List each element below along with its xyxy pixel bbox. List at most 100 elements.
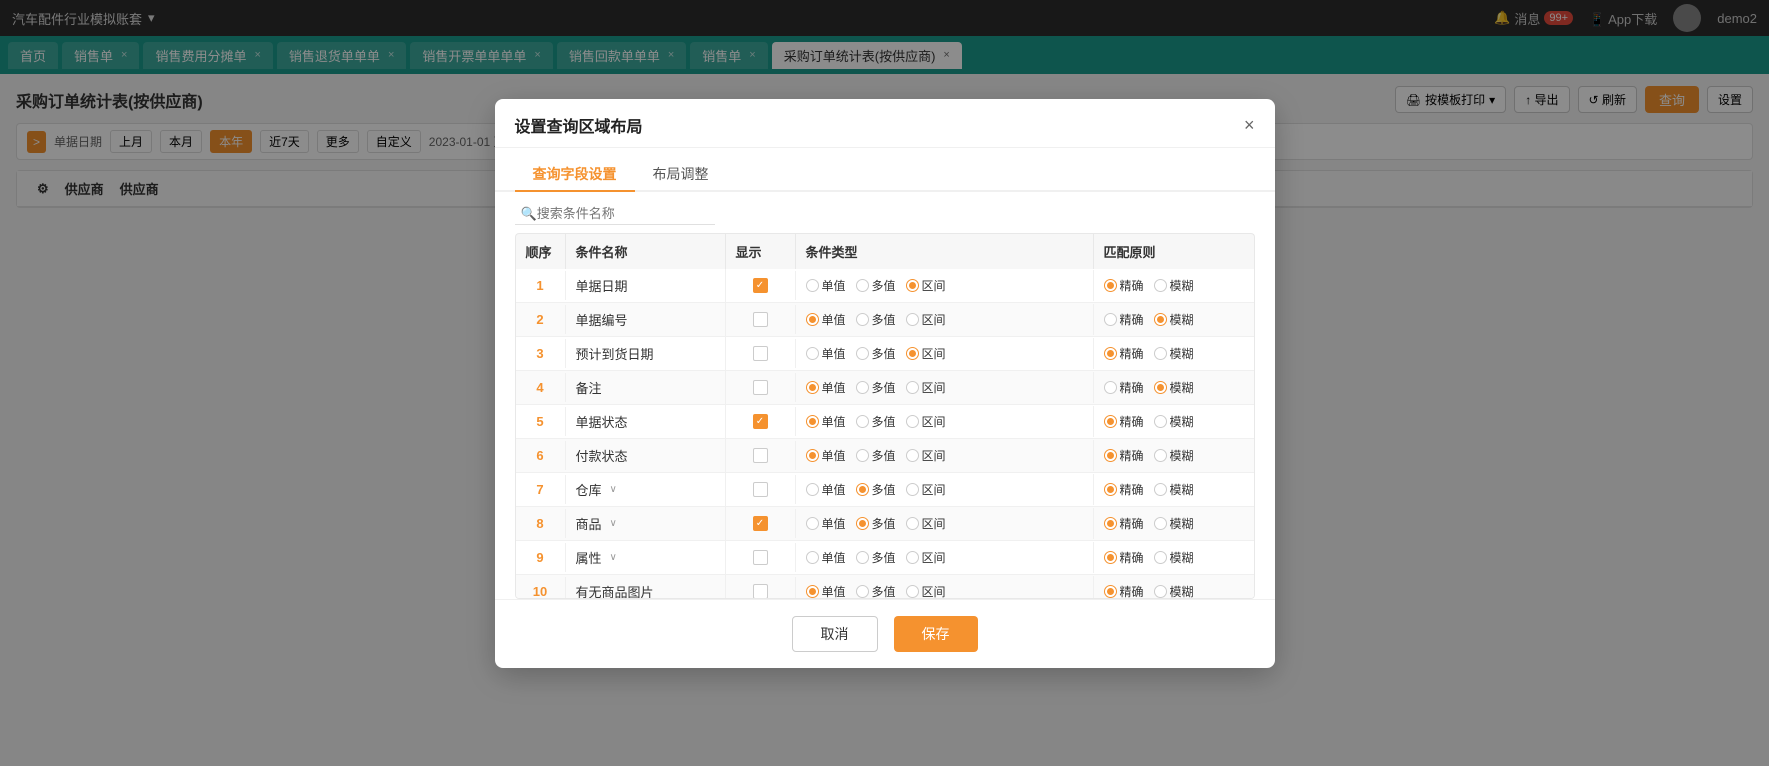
- type-multi[interactable]: 多值: [856, 447, 896, 464]
- type-multi[interactable]: 多值: [856, 549, 896, 566]
- type-single[interactable]: 单值: [806, 379, 846, 396]
- type-range[interactable]: 区间: [906, 277, 946, 294]
- type-multi[interactable]: 多值: [856, 583, 896, 599]
- type-range[interactable]: 区间: [906, 345, 946, 362]
- type-single[interactable]: 单值: [806, 515, 846, 532]
- match-exact[interactable]: 精确: [1104, 515, 1144, 532]
- type-range[interactable]: 区间: [906, 379, 946, 396]
- type-single[interactable]: 单值: [806, 549, 846, 566]
- type-range[interactable]: 区间: [906, 311, 946, 328]
- radio-exact: [1104, 313, 1117, 326]
- type-multi[interactable]: 多值: [856, 515, 896, 532]
- type-multi[interactable]: 多值: [856, 413, 896, 430]
- row-show[interactable]: [726, 441, 796, 470]
- row-show[interactable]: [726, 543, 796, 572]
- match-fuzzy[interactable]: 模糊: [1154, 277, 1194, 294]
- show-checkbox[interactable]: [753, 516, 768, 531]
- row-show[interactable]: [726, 339, 796, 368]
- show-checkbox[interactable]: [753, 414, 768, 429]
- match-fuzzy[interactable]: 模糊: [1154, 583, 1194, 599]
- radio-multi: [856, 347, 869, 360]
- dialog-close-button[interactable]: ×: [1244, 116, 1255, 134]
- radio-exact: [1104, 279, 1117, 292]
- row-type: 单值 多值 区间: [796, 406, 1094, 437]
- type-multi[interactable]: 多值: [856, 379, 896, 396]
- save-button[interactable]: 保存: [894, 616, 978, 652]
- table-row: 5 单据状态 单值 多值 区间: [516, 405, 1254, 439]
- type-multi[interactable]: 多值: [856, 481, 896, 498]
- table-row: 7 仓库 ∨ 单值 多值 区间: [516, 473, 1254, 507]
- row-show[interactable]: [726, 407, 796, 436]
- type-single[interactable]: 单值: [806, 345, 846, 362]
- match-exact[interactable]: 精确: [1104, 379, 1144, 396]
- tab-field-settings[interactable]: 查询字段设置: [515, 158, 635, 192]
- match-exact[interactable]: 精确: [1104, 447, 1144, 464]
- type-multi[interactable]: 多值: [856, 345, 896, 362]
- show-checkbox[interactable]: [753, 312, 768, 327]
- row-show[interactable]: [726, 271, 796, 300]
- match-exact[interactable]: 精确: [1104, 583, 1144, 599]
- type-range[interactable]: 区间: [906, 549, 946, 566]
- show-checkbox[interactable]: [753, 550, 768, 565]
- type-range[interactable]: 区间: [906, 447, 946, 464]
- cancel-button[interactable]: 取消: [792, 616, 878, 652]
- type-range[interactable]: 区间: [906, 481, 946, 498]
- type-range[interactable]: 区间: [906, 413, 946, 430]
- show-checkbox[interactable]: [753, 482, 768, 497]
- type-single[interactable]: 单值: [806, 413, 846, 430]
- radio-range: [906, 585, 919, 598]
- type-single[interactable]: 单值: [806, 277, 846, 294]
- dialog-tabs: 查询字段设置 布局调整: [495, 148, 1275, 192]
- row-show[interactable]: [726, 305, 796, 334]
- match-fuzzy[interactable]: 模糊: [1154, 379, 1194, 396]
- show-checkbox[interactable]: [753, 584, 768, 599]
- dialog-footer: 取消 保存: [495, 599, 1275, 668]
- match-fuzzy[interactable]: 模糊: [1154, 447, 1194, 464]
- table-row: 2 单据编号 单值 多值 区间: [516, 303, 1254, 337]
- row-show[interactable]: [726, 577, 796, 599]
- type-single[interactable]: 单值: [806, 481, 846, 498]
- type-multi[interactable]: 多值: [856, 311, 896, 328]
- match-fuzzy[interactable]: 模糊: [1154, 311, 1194, 328]
- table-row: 3 预计到货日期 单值 多值 区间: [516, 337, 1254, 371]
- type-single[interactable]: 单值: [806, 311, 846, 328]
- match-exact[interactable]: 精确: [1104, 345, 1144, 362]
- match-fuzzy[interactable]: 模糊: [1154, 549, 1194, 566]
- row-order: 10: [516, 577, 566, 599]
- tab-layout-adjust[interactable]: 布局调整: [635, 158, 727, 192]
- match-exact[interactable]: 精确: [1104, 481, 1144, 498]
- search-input[interactable]: [537, 206, 697, 221]
- match-exact[interactable]: 精确: [1104, 549, 1144, 566]
- type-range[interactable]: 区间: [906, 583, 946, 599]
- radio-exact: [1104, 381, 1117, 394]
- radio-fuzzy: [1154, 551, 1167, 564]
- type-multi[interactable]: 多值: [856, 277, 896, 294]
- show-checkbox[interactable]: [753, 448, 768, 463]
- radio-multi: [856, 449, 869, 462]
- show-checkbox[interactable]: [753, 346, 768, 361]
- radio-exact: [1104, 347, 1117, 360]
- row-type: 单值 多值 区间: [796, 542, 1094, 573]
- match-fuzzy[interactable]: 模糊: [1154, 515, 1194, 532]
- row-show[interactable]: [726, 373, 796, 402]
- match-fuzzy[interactable]: 模糊: [1154, 413, 1194, 430]
- type-single[interactable]: 单值: [806, 447, 846, 464]
- row-type: 单值 多值 区间: [796, 304, 1094, 335]
- radio-multi: [856, 517, 869, 530]
- type-single[interactable]: 单值: [806, 583, 846, 599]
- show-checkbox[interactable]: [753, 380, 768, 395]
- row-show[interactable]: [726, 509, 796, 538]
- row-match: 精确 模糊: [1094, 270, 1254, 301]
- row-show[interactable]: [726, 475, 796, 504]
- col-name: 条件名称: [566, 234, 726, 269]
- match-exact[interactable]: 精确: [1104, 277, 1144, 294]
- radio-fuzzy: [1154, 415, 1167, 428]
- match-fuzzy[interactable]: 模糊: [1154, 345, 1194, 362]
- dialog-overlay: 设置查询区域布局 × 查询字段设置 布局调整 🔍 顺序 条件名称: [0, 0, 1769, 766]
- type-range[interactable]: 区间: [906, 515, 946, 532]
- match-exact[interactable]: 精确: [1104, 413, 1144, 430]
- show-checkbox[interactable]: [753, 278, 768, 293]
- match-exact[interactable]: 精确: [1104, 311, 1144, 328]
- match-fuzzy[interactable]: 模糊: [1154, 481, 1194, 498]
- table-row: 9 属性 ∨ 单值 多值 区间: [516, 541, 1254, 575]
